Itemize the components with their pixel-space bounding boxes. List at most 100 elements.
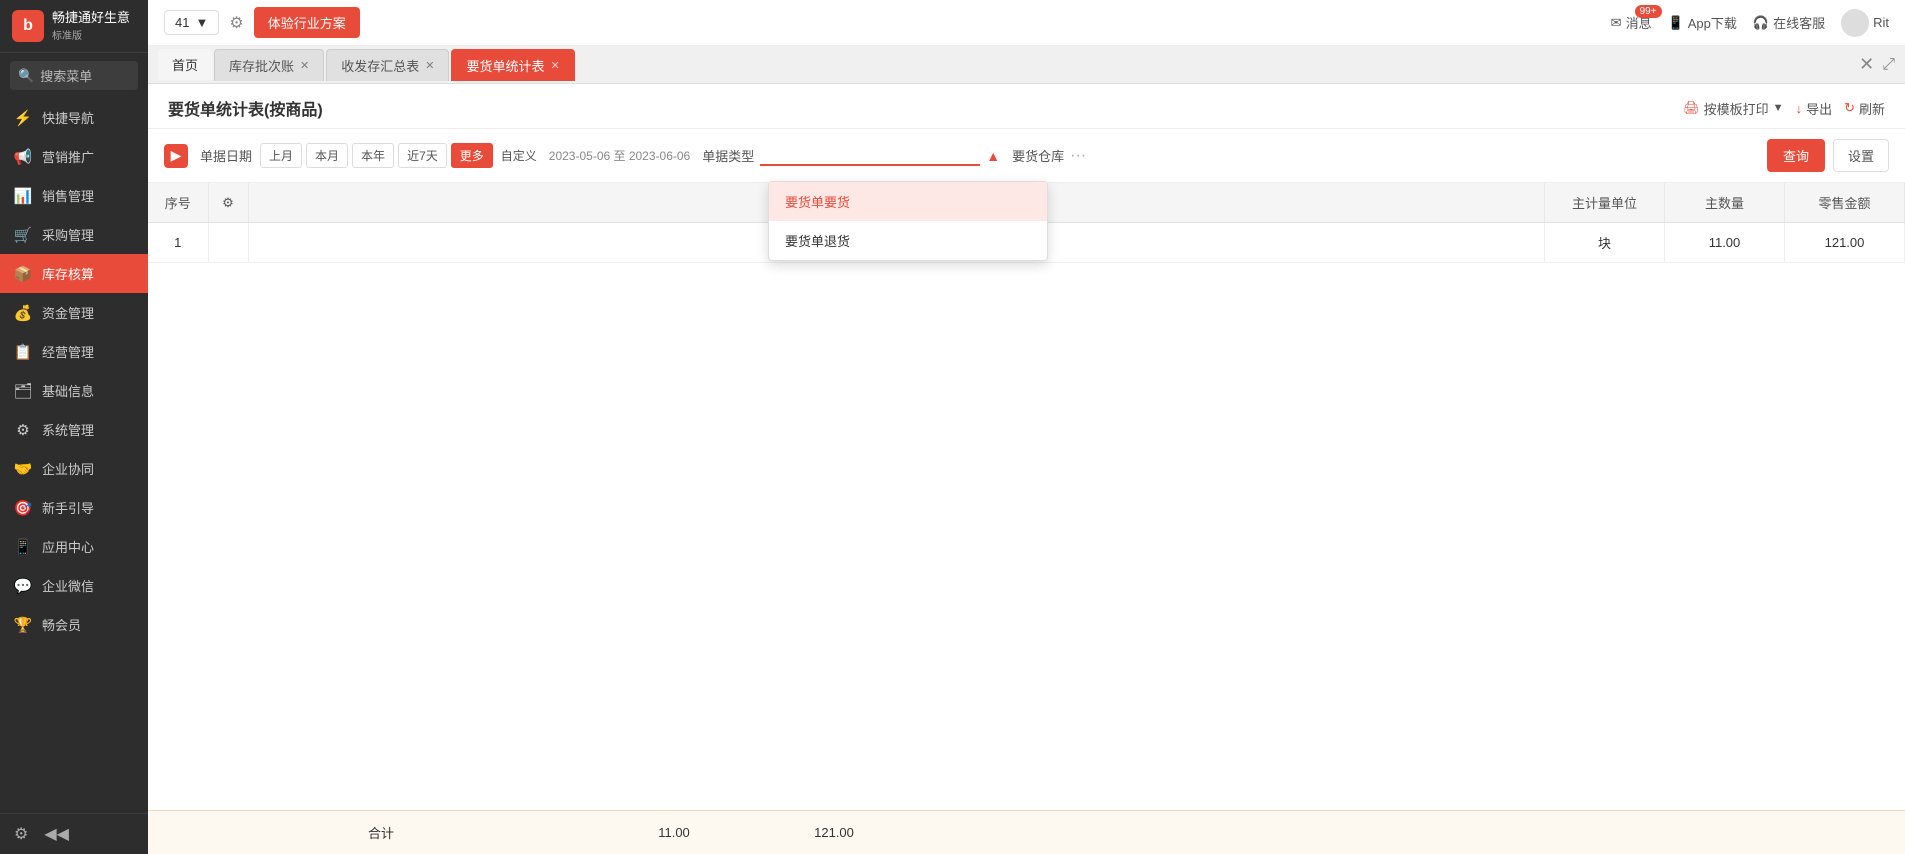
headset-icon: 🎧 [1753, 15, 1769, 31]
sidebar-item-label: 资金管理 [42, 303, 94, 322]
sidebar-item-finance[interactable]: 💰 资金管理 [0, 293, 148, 332]
export-action[interactable]: ↓ 导出 [1796, 99, 1833, 118]
tab-collect-summary[interactable]: 收发存汇总表 ✕ [326, 49, 449, 81]
filter-warehouse-more-icon[interactable]: ··· [1070, 147, 1086, 165]
settings-footer-icon[interactable]: ⚙ [14, 824, 28, 844]
sidebar-item-inventory[interactable]: 📦 库存核算 [0, 254, 148, 293]
sidebar: b 畅捷通好生意 标准版 🔍 搜索菜单 ⚡ 快捷导航 📢 营销推广 📊 销售管理… [0, 0, 148, 854]
store-selector[interactable]: 41 ▼ [164, 10, 219, 35]
finance-icon: 💰 [14, 304, 32, 322]
main-content: 41 ▼ ⚙ 体验行业方案 ✉ 消息 99+ 📱 App下载 🎧 在线客服 Ri… [148, 0, 1905, 854]
close-tab-icon[interactable]: ✕ [1859, 54, 1874, 75]
filter-type-input[interactable] [760, 145, 980, 166]
app-logo: b 畅捷通好生意 标准版 [0, 0, 148, 53]
sidebar-item-label: 经营管理 [42, 342, 94, 361]
dropdown-item-label: 要货单退货 [785, 234, 850, 249]
enterprise-icon: 🤝 [14, 460, 32, 478]
purchase-icon: 🛒 [14, 226, 32, 244]
print-action[interactable]: 🖨 按模板打印 ▼ [1683, 99, 1783, 118]
filter-expand-btn[interactable]: ▶ [164, 144, 188, 168]
filter-type-arrow-icon[interactable]: ▲ [986, 148, 1000, 164]
sidebar-item-label: 采购管理 [42, 225, 94, 244]
filter-date-label: 单据日期 [200, 146, 252, 165]
filter-type-label: 单据类型 [702, 146, 754, 165]
store-name: 41 [175, 15, 189, 30]
col-settings-icon[interactable]: ⚙ [222, 195, 234, 210]
app-download-action[interactable]: 📱 App下载 [1668, 13, 1737, 32]
logo-icon: b [12, 10, 44, 42]
settings-icon[interactable]: ⚙ [229, 13, 243, 33]
content-area: 要货单统计表(按商品) 🖨 按模板打印 ▼ ↓ 导出 ↻ 刷新 ▶ [148, 84, 1905, 854]
cell-unit: 块 [1545, 223, 1665, 263]
top-header: 41 ▼ ⚙ 体验行业方案 ✉ 消息 99+ 📱 App下载 🎧 在线客服 Ri… [148, 0, 1905, 46]
filter-custom-btn[interactable]: 自定义 [501, 147, 537, 164]
table-footer: 合计 11.00 121.00 [148, 810, 1905, 854]
sidebar-item-label: 基础信息 [42, 381, 94, 400]
collapse-sidebar-icon[interactable]: ◀◀ [44, 824, 69, 844]
tab-collect-summary-label: 收发存汇总表 [341, 56, 419, 75]
refresh-icon: ↻ [1844, 100, 1855, 116]
search-menu[interactable]: 🔍 搜索菜单 [10, 61, 138, 90]
print-icon: 🖨 [1683, 100, 1700, 116]
settings-btn[interactable]: 设置 [1833, 139, 1889, 172]
online-service-action[interactable]: 🎧 在线客服 [1753, 13, 1825, 32]
filter-7days-btn[interactable]: 近7天 [398, 143, 447, 168]
tab-home[interactable]: 首页 [158, 49, 212, 80]
sidebar-item-member[interactable]: 🏆 畅会员 [0, 605, 148, 644]
sidebar-item-sales[interactable]: 📊 销售管理 [0, 176, 148, 215]
tab-inventory-batch[interactable]: 库存批次账 ✕ [214, 49, 324, 81]
online-service-label: 在线客服 [1773, 13, 1825, 32]
tab-bar-right: ✕ ⤢ [1859, 54, 1895, 75]
sidebar-item-label: 系统管理 [42, 420, 94, 439]
trial-btn[interactable]: 体验行业方案 [254, 7, 360, 38]
mobile-icon: 📱 [1668, 15, 1684, 31]
col-settings[interactable]: ⚙ [208, 183, 248, 223]
sidebar-item-guide[interactable]: 🎯 新手引导 [0, 488, 148, 527]
sidebar-item-label: 销售管理 [42, 186, 94, 205]
sidebar-item-label: 企业协同 [42, 459, 94, 478]
filter-cur-month-btn[interactable]: 本月 [306, 143, 348, 168]
filter-prev-month-btn[interactable]: 上月 [260, 143, 302, 168]
message-badge: 99+ [1635, 5, 1662, 18]
sidebar-item-operation[interactable]: 📋 经营管理 [0, 332, 148, 371]
guide-icon: 🎯 [14, 499, 32, 517]
export-label: 导出 [1806, 99, 1832, 118]
sidebar-item-label: 企业微信 [42, 576, 94, 595]
refresh-action[interactable]: ↻ 刷新 [1844, 99, 1885, 118]
sidebar-item-enterprise[interactable]: 🤝 企业协同 [0, 449, 148, 488]
sidebar-item-quick-nav[interactable]: ⚡ 快捷导航 [0, 98, 148, 137]
tab-order-summary-close[interactable]: ✕ [551, 59, 560, 72]
dropdown-item-label: 要货单要货 [785, 195, 850, 210]
user-name: Rit [1873, 15, 1889, 30]
tab-order-summary[interactable]: 要货单统计表 ✕ [451, 49, 574, 81]
expand-tab-icon[interactable]: ⤢ [1882, 56, 1895, 74]
cell-settings [208, 223, 248, 263]
tab-collect-summary-close[interactable]: ✕ [425, 59, 434, 72]
sidebar-item-marketing[interactable]: 📢 营销推广 [0, 137, 148, 176]
message-action[interactable]: ✉ 消息 99+ [1611, 13, 1652, 32]
search-menu-label: 搜索菜单 [40, 66, 92, 85]
dropdown-item-order-purchase[interactable]: 要货单要货 [769, 182, 1047, 221]
col-no: 序号 [148, 183, 208, 223]
filter-cur-year-btn[interactable]: 本年 [352, 143, 394, 168]
basic-icon: 🗂 [14, 382, 32, 400]
sidebar-item-label: 应用中心 [42, 537, 94, 556]
print-arrow-icon: ▼ [1773, 102, 1784, 114]
sidebar-item-purchase[interactable]: 🛒 采购管理 [0, 215, 148, 254]
type-dropdown: 要货单要货 要货单退货 [768, 181, 1048, 261]
query-btn[interactable]: 查询 [1767, 139, 1825, 172]
app-download-label: App下载 [1688, 13, 1737, 32]
sidebar-item-system[interactable]: ⚙ 系统管理 [0, 410, 148, 449]
sidebar-item-wechat[interactable]: 💬 企业微信 [0, 566, 148, 605]
tab-inventory-batch-close[interactable]: ✕ [300, 59, 309, 72]
dropdown-item-order-return[interactable]: 要货单退货 [769, 221, 1047, 260]
cell-amount: 121.00 [1785, 223, 1905, 263]
filter-more-btn[interactable]: 更多 [451, 143, 493, 168]
search-icon: 🔍 [18, 68, 34, 84]
user-avatar-action[interactable]: Rit [1841, 9, 1889, 37]
sidebar-item-basic[interactable]: 🗂 基础信息 [0, 371, 148, 410]
sidebar-item-app-center[interactable]: 📱 应用中心 [0, 527, 148, 566]
filter-date-btns: 上月 本月 本年 近7天 更多 [260, 143, 493, 168]
filter-warehouse-group: 要货仓库 ··· [1012, 146, 1086, 165]
col-amount: 零售金额 [1785, 183, 1905, 223]
